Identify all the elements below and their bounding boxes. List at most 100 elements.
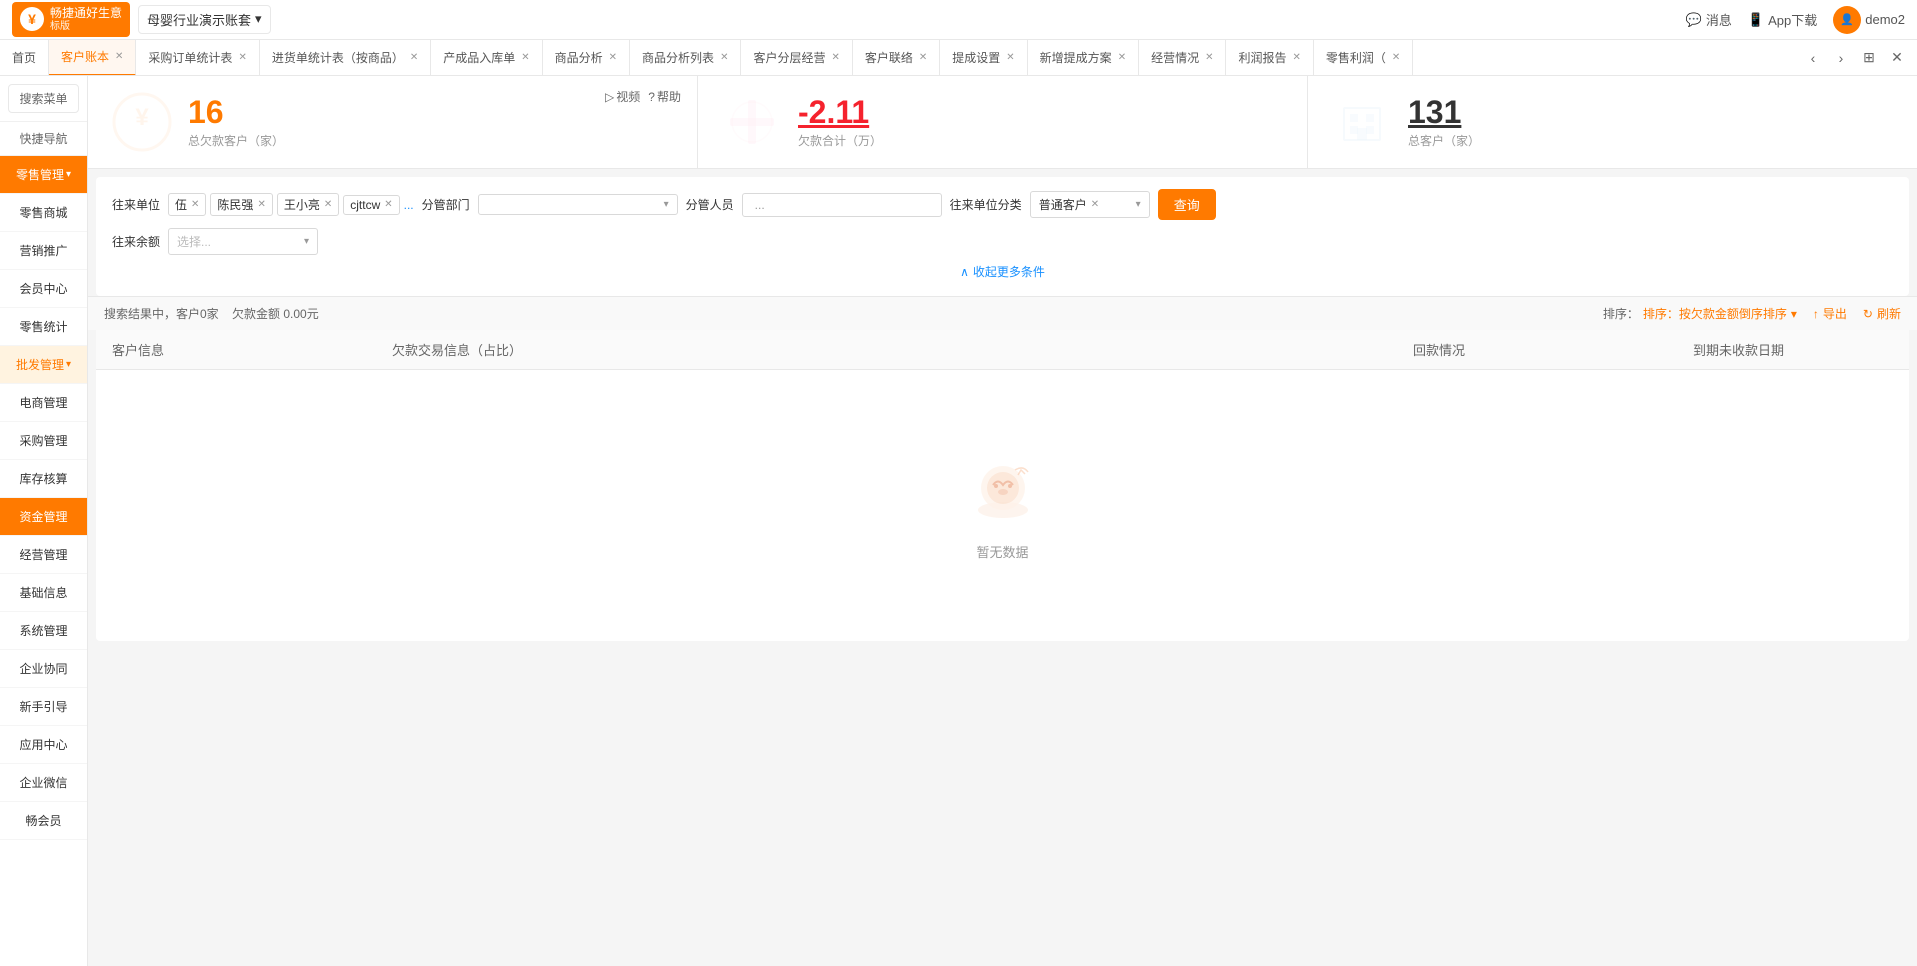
filter-unit-label: 往来单位 bbox=[112, 196, 160, 213]
sidebar-item-ecommerce[interactable]: 电商管理 bbox=[0, 384, 87, 422]
tag-cjttcw-text: cjttcw bbox=[350, 198, 380, 212]
sidebar-changhui-label: 畅会员 bbox=[25, 814, 61, 828]
close-tag-chen[interactable]: ✕ bbox=[257, 199, 265, 210]
tab-customer-contact-label: 客户联络 bbox=[865, 49, 913, 66]
sidebar-item-marketing[interactable]: 营销推广 bbox=[0, 232, 87, 270]
close-tag-wang[interactable]: ✕ bbox=[324, 199, 332, 210]
export-btn[interactable]: ↑ 导出 bbox=[1813, 305, 1847, 322]
sidebar-item-wholesale[interactable]: 批发管理 ▾ bbox=[0, 346, 87, 384]
sidebar-item-inventory[interactable]: 库存核算 bbox=[0, 460, 87, 498]
tab-home[interactable]: 首页 bbox=[0, 40, 49, 76]
table-header-col-2: 欠款交易信息（占比） bbox=[392, 340, 1413, 359]
nav-expand-btn[interactable]: ⊞ bbox=[1857, 46, 1881, 70]
sidebar-item-enterprise[interactable]: 企业协同 bbox=[0, 650, 87, 688]
close-customer-book-tab[interactable]: ✕ bbox=[115, 51, 123, 62]
close-tag-cjttcw[interactable]: ✕ bbox=[384, 199, 392, 210]
close-customer-tier-tab[interactable]: ✕ bbox=[831, 52, 839, 63]
stat-credit-amount-text: -2.11 欠款合计（万） bbox=[798, 96, 882, 149]
close-business-status-tab[interactable]: ✕ bbox=[1205, 52, 1213, 63]
tab-purchase-order[interactable]: 采购订单统计表 ✕ bbox=[136, 40, 259, 76]
filter-more-tags[interactable]: ... bbox=[404, 198, 414, 212]
sidebar-item-retail-mall[interactable]: 零售商城 bbox=[0, 194, 87, 232]
messages-btn[interactable]: 💬 消息 bbox=[1686, 10, 1732, 29]
close-improve-settings-tab[interactable]: ✕ bbox=[1006, 52, 1014, 63]
sidebar-item-retail[interactable]: 零售管理 ▾ bbox=[0, 156, 87, 194]
top-bar: ¥ 畅捷通好生意 标版 母婴行业演示账套 ▾ 💬 消息 📱 App下载 👤 de… bbox=[0, 0, 1917, 40]
content-area: ¥ 16 总欠款客户（家） ▷ 视频 ? 帮助 bbox=[88, 76, 1917, 966]
search-menu-btn[interactable]: 搜索菜单 bbox=[8, 84, 79, 113]
stat-total-customers-text: 131 总客户（家） bbox=[1408, 96, 1480, 149]
stat-total-credit-customers: ¥ 16 总欠款客户（家） ▷ 视频 ? 帮助 bbox=[88, 76, 698, 168]
sidebar-item-retail-stats[interactable]: 零售统计 bbox=[0, 308, 87, 346]
stat-total-customers-label: 总客户（家） bbox=[1408, 132, 1480, 149]
filter-area: 往来单位 伍 ✕ 陈民强 ✕ 王小亮 ✕ cjttcw bbox=[96, 177, 1909, 296]
tab-customer-tier[interactable]: 客户分层经营 ✕ bbox=[741, 40, 852, 76]
filter-unit-class-select[interactable]: 普通客户 ✕ ▾ bbox=[1030, 191, 1150, 218]
tag-ordinary-text: 普通客户 bbox=[1039, 196, 1087, 213]
app-download-btn[interactable]: 📱 App下载 bbox=[1748, 10, 1817, 29]
tag-wu-text: 伍 bbox=[175, 196, 187, 213]
sidebar-quick-nav[interactable]: 快捷导航 bbox=[0, 122, 87, 156]
tab-new-improve[interactable]: 新增提成方案 ✕ bbox=[1028, 40, 1139, 76]
nav-prev-btn[interactable]: ‹ bbox=[1801, 46, 1825, 70]
stat-links: ▷ 视频 ? 帮助 bbox=[605, 88, 681, 105]
close-retail-profit-tab[interactable]: ✕ bbox=[1392, 52, 1400, 63]
close-product-analysis-tab[interactable]: ✕ bbox=[609, 52, 617, 63]
filter-dept-select[interactable]: ▾ bbox=[478, 194, 678, 215]
nav-next-btn[interactable]: › bbox=[1829, 46, 1853, 70]
stat-credit-amount-label: 欠款合计（万） bbox=[798, 132, 882, 149]
tab-customer-contact[interactable]: 客户联络 ✕ bbox=[853, 40, 940, 76]
sidebar-item-enterprise-wechat[interactable]: 企业微信 bbox=[0, 764, 87, 802]
result-text-area: 搜索结果中，客户0家 欠款金额 0.00元 bbox=[104, 305, 319, 322]
sidebar-item-purchase[interactable]: 采购管理 bbox=[0, 422, 87, 460]
filter-person-more[interactable]: ... bbox=[755, 198, 765, 212]
refresh-btn[interactable]: ↻ 刷新 bbox=[1863, 305, 1901, 322]
sidebar-item-new-guide[interactable]: 新手引导 bbox=[0, 688, 87, 726]
stat-total-customers-value: 131 bbox=[1408, 96, 1480, 128]
query-btn[interactable]: 查询 bbox=[1158, 189, 1216, 220]
tab-product-analysis-label: 商品分析 bbox=[555, 49, 603, 66]
tab-retail-profit[interactable]: 零售利润（ ✕ bbox=[1314, 40, 1413, 76]
tab-customer-book[interactable]: 客户账本 ✕ bbox=[49, 40, 136, 76]
filter-balance-label: 往来余额 bbox=[112, 233, 160, 250]
sidebar-new-guide-label: 新手引导 bbox=[19, 700, 67, 714]
sidebar-item-operations[interactable]: 经营管理 bbox=[0, 536, 87, 574]
tab-product-inbound[interactable]: 产成品入库单 ✕ bbox=[431, 40, 542, 76]
sidebar-item-system[interactable]: 系统管理 bbox=[0, 612, 87, 650]
store-selector[interactable]: 母婴行业演示账套 ▾ bbox=[138, 5, 271, 34]
close-tag-wu[interactable]: ✕ bbox=[191, 199, 199, 210]
close-inbound-stats-tab[interactable]: ✕ bbox=[410, 52, 418, 63]
user-area[interactable]: 👤 demo2 bbox=[1833, 6, 1905, 34]
filter-balance-select[interactable]: 选择... ▾ bbox=[168, 228, 318, 255]
close-product-inbound-tab[interactable]: ✕ bbox=[521, 52, 529, 63]
sidebar-item-finance[interactable]: 资金管理 bbox=[0, 498, 87, 536]
sort-select[interactable]: 排序： 排序：按欠款金额倒序排序 ▾ bbox=[1603, 305, 1797, 322]
filter-balance-placeholder: 选择... bbox=[177, 233, 211, 250]
close-tag-ordinary[interactable]: ✕ bbox=[1091, 199, 1099, 210]
sidebar-item-app-center[interactable]: 应用中心 bbox=[0, 726, 87, 764]
tab-profit-report[interactable]: 利润报告 ✕ bbox=[1226, 40, 1313, 76]
tab-inbound-stats[interactable]: 进货单统计表（按商品） ✕ bbox=[260, 40, 431, 76]
help-link[interactable]: ? 帮助 bbox=[648, 88, 681, 105]
video-link[interactable]: ▷ 视频 bbox=[605, 88, 640, 105]
close-product-analysis-list-tab[interactable]: ✕ bbox=[720, 52, 728, 63]
close-profit-report-tab[interactable]: ✕ bbox=[1293, 52, 1301, 63]
filter-person-select[interactable]: ... bbox=[742, 193, 942, 217]
nav-close-all-btn[interactable]: ✕ bbox=[1885, 46, 1909, 70]
mobile-icon: 📱 bbox=[1748, 12, 1764, 28]
tab-improve-settings[interactable]: 提成设置 ✕ bbox=[940, 40, 1027, 76]
sidebar: 搜索菜单 快捷导航 零售管理 ▾ 零售商城 营销推广 会员中心 零售统计 批发管… bbox=[0, 76, 88, 966]
sidebar-member-label: 会员中心 bbox=[19, 282, 67, 296]
close-new-improve-tab[interactable]: ✕ bbox=[1118, 52, 1126, 63]
close-purchase-order-tab[interactable]: ✕ bbox=[238, 52, 246, 63]
collapse-filters-btn[interactable]: ∧ 收起更多条件 bbox=[960, 263, 1045, 280]
tab-product-analysis[interactable]: 商品分析 ✕ bbox=[543, 40, 630, 76]
sidebar-item-changhui[interactable]: 畅会员 bbox=[0, 802, 87, 840]
sidebar-item-member[interactable]: 会员中心 bbox=[0, 270, 87, 308]
close-customer-contact-tab[interactable]: ✕ bbox=[919, 52, 927, 63]
tab-profit-report-label: 利润报告 bbox=[1238, 49, 1286, 66]
sidebar-item-basic-info[interactable]: 基础信息 bbox=[0, 574, 87, 612]
export-icon: ↑ bbox=[1813, 307, 1819, 321]
tab-product-analysis-list[interactable]: 商品分析列表 ✕ bbox=[630, 40, 741, 76]
tab-business-status[interactable]: 经营情况 ✕ bbox=[1139, 40, 1226, 76]
